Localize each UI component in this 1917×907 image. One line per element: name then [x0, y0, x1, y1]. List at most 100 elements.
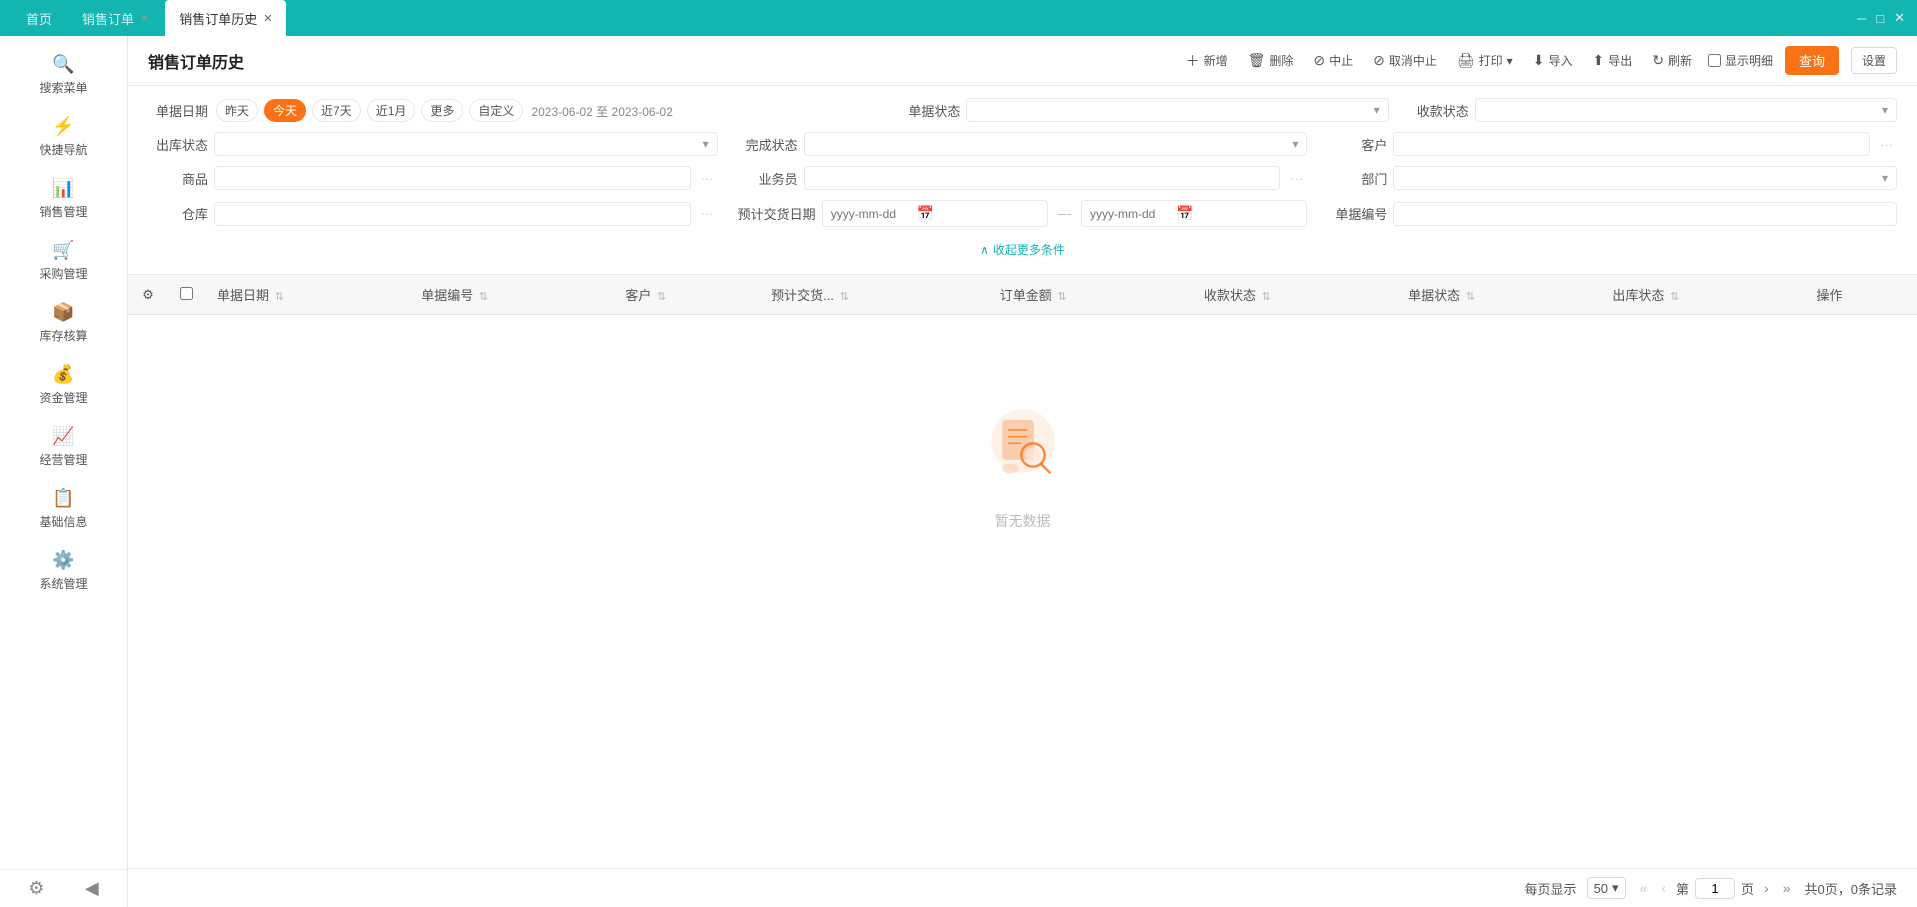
warehouse-input[interactable]	[214, 202, 691, 226]
sidebar-item-purchase[interactable]: 🛒 采购管理	[0, 230, 127, 292]
col-amount-sort-icon: ⇅	[1057, 291, 1066, 303]
show-details-label: 显示明细	[1725, 52, 1773, 69]
col-doc-status[interactable]: 单据状态 ⇅	[1396, 275, 1600, 315]
department-filter: 部门 ▾	[1327, 166, 1897, 190]
sidebar-item-finance-label: 资金管理	[39, 389, 87, 406]
sidebar: 🔍 搜索菜单 ⚡ 快捷导航 📊 销售管理 🛒 采购管理 📦 库存核算 💰 资金管…	[0, 36, 128, 907]
table-area: ⚙ 单据日期 ⇅ 单据编号 ⇅ 客户 ⇅	[128, 275, 1917, 868]
delivery-date-from-input[interactable]	[831, 207, 911, 221]
filter-area: 单据日期 昨天 今天 近7天 近1月 更多 自定义 2023-06-02 至 2…	[128, 86, 1917, 275]
settings-label: 设置	[1862, 52, 1886, 69]
import-button[interactable]: ⬇ 导入	[1529, 50, 1577, 71]
select-all-checkbox[interactable]	[180, 287, 193, 300]
window-close-icon[interactable]: ✕	[1894, 10, 1905, 26]
doc-status-select[interactable]: ▾	[966, 98, 1388, 122]
department-select[interactable]: ▾	[1393, 166, 1897, 190]
date-chip-last7[interactable]: 近7天	[312, 99, 361, 122]
tab-sales-order-label: 销售订单	[82, 9, 134, 28]
content-area: 销售订单历史 ＋ 新增 🗑 删除 ⊘ 中止 ⊘ 取消中止	[128, 36, 1917, 907]
date-chip-more[interactable]: 更多	[421, 99, 463, 122]
completion-status-filter: 完成状态 ▾	[738, 132, 1308, 156]
tab-sales-order[interactable]: 销售订单 ✕	[68, 0, 163, 36]
delivery-date-from-icon[interactable]: 📅	[917, 205, 934, 222]
product-input[interactable]	[214, 166, 691, 190]
col-outbound-sort-icon: ⇅	[1670, 291, 1679, 303]
completion-select[interactable]: ▾	[804, 132, 1308, 156]
jump-label: 第	[1676, 879, 1689, 898]
col-amount-label: 订单金额	[1000, 288, 1052, 303]
export-button[interactable]: ⬆ 导出	[1588, 50, 1636, 71]
col-date-sort-icon: ⇅	[275, 291, 284, 303]
show-details-checkbox[interactable]: 显示明细	[1708, 52, 1773, 69]
sidebar-collapse-icon[interactable]: ◀	[85, 878, 99, 899]
sidebar-item-system[interactable]: ⚙️ 系统管理	[0, 540, 127, 602]
salesperson-more-icon[interactable]: ···	[1286, 171, 1307, 186]
warehouse-more-icon[interactable]: ···	[697, 206, 718, 221]
tab-sales-order-history-close[interactable]: ✕	[263, 12, 272, 25]
sidebar-item-sales[interactable]: 📊 销售管理	[0, 168, 127, 230]
tab-home[interactable]: 首页	[12, 0, 66, 36]
cancel-stop-icon: ⊘	[1373, 52, 1385, 69]
date-chip-last1month[interactable]: 近1月	[367, 99, 416, 122]
delivery-date-to-wrap: 📅	[1081, 200, 1307, 227]
col-outbound-status[interactable]: 出库状态 ⇅	[1600, 275, 1804, 315]
col-delivery[interactable]: 预计交货... ⇅	[759, 275, 988, 315]
settings-button[interactable]: 设置	[1851, 47, 1897, 74]
col-docno[interactable]: 单据编号 ⇅	[409, 275, 613, 315]
sidebar-item-finance[interactable]: 💰 资金管理	[0, 354, 127, 416]
doc-status-filter: 单据状态 ▾	[900, 98, 1388, 122]
collapse-row[interactable]: ∧ 收起更多条件	[148, 237, 1897, 262]
per-page-select[interactable]: 50 ▾	[1587, 877, 1626, 899]
print-button[interactable]: 🖨 打印 ▾	[1453, 50, 1517, 71]
first-page-btn[interactable]: «	[1636, 878, 1652, 898]
delivery-date-to-input[interactable]	[1090, 207, 1170, 221]
query-button[interactable]: 查询	[1785, 46, 1839, 75]
col-doc-status-label: 单据状态	[1408, 288, 1460, 303]
col-settings[interactable]: ⚙	[128, 275, 168, 315]
maximize-icon[interactable]: □	[1876, 11, 1884, 26]
outbound-arrow: ▾	[703, 137, 709, 151]
tab-sales-order-close[interactable]: ✕	[140, 12, 149, 25]
date-chip-today[interactable]: 今天	[264, 99, 306, 122]
salesperson-input[interactable]	[804, 166, 1281, 190]
col-amount[interactable]: 订单金额 ⇅	[988, 275, 1192, 315]
outbound-select[interactable]: ▾	[214, 132, 718, 156]
prev-page-btn[interactable]: ‹	[1657, 878, 1670, 898]
next-page-btn[interactable]: ›	[1760, 878, 1773, 898]
refresh-button[interactable]: ↻ 刷新	[1648, 50, 1696, 71]
sidebar-item-operations[interactable]: 📈 经营管理	[0, 416, 127, 478]
customer-more-icon[interactable]: ···	[1876, 137, 1897, 152]
sidebar-item-inventory[interactable]: 📦 库存核算	[0, 292, 127, 354]
sidebar-settings-icon[interactable]: ⚙	[28, 878, 44, 899]
tab-sales-order-history[interactable]: 销售订单历史 ✕	[165, 0, 286, 36]
payment-status-select[interactable]: ▾	[1475, 98, 1897, 122]
sidebar-item-quick-nav[interactable]: ⚡ 快捷导航	[0, 106, 127, 168]
product-more-icon[interactable]: ···	[697, 171, 718, 186]
cancel-stop-button[interactable]: ⊘ 取消中止	[1369, 50, 1441, 71]
page-input[interactable]	[1695, 878, 1735, 899]
delivery-date-to-icon[interactable]: 📅	[1176, 205, 1193, 222]
date-chip-yesterday[interactable]: 昨天	[216, 99, 258, 122]
sidebar-item-operations-label: 经营管理	[39, 451, 87, 468]
cancel-stop-label: 取消中止	[1389, 52, 1437, 69]
col-customer[interactable]: 客户 ⇅	[613, 275, 759, 315]
minimize-icon[interactable]: ─	[1857, 11, 1866, 26]
col-date-label: 单据日期	[217, 288, 269, 303]
col-pay-status[interactable]: 收款状态 ⇅	[1192, 275, 1396, 315]
delete-button[interactable]: 🗑 删除	[1244, 50, 1298, 71]
per-page-arrow: ▾	[1612, 880, 1619, 896]
customer-filter: 客户 ···	[1327, 132, 1897, 156]
date-to: 2023-06-02	[612, 105, 673, 119]
col-date[interactable]: 单据日期 ⇅	[205, 275, 409, 315]
col-outbound-status-label: 出库状态	[1612, 288, 1664, 303]
sidebar-item-basic-info[interactable]: 📋 基础信息	[0, 478, 127, 540]
doc-number-input[interactable]	[1393, 202, 1897, 226]
stop-button[interactable]: ⊘ 中止	[1309, 50, 1357, 71]
date-chip-custom[interactable]: 自定义	[469, 99, 523, 122]
show-details-input[interactable]	[1708, 54, 1721, 67]
col-checkbox[interactable]	[168, 275, 205, 315]
customer-input[interactable]	[1393, 132, 1870, 156]
sidebar-item-search[interactable]: 🔍 搜索菜单	[0, 44, 127, 106]
new-button[interactable]: ＋ 新增	[1182, 49, 1232, 73]
last-page-btn[interactable]: »	[1779, 878, 1795, 898]
